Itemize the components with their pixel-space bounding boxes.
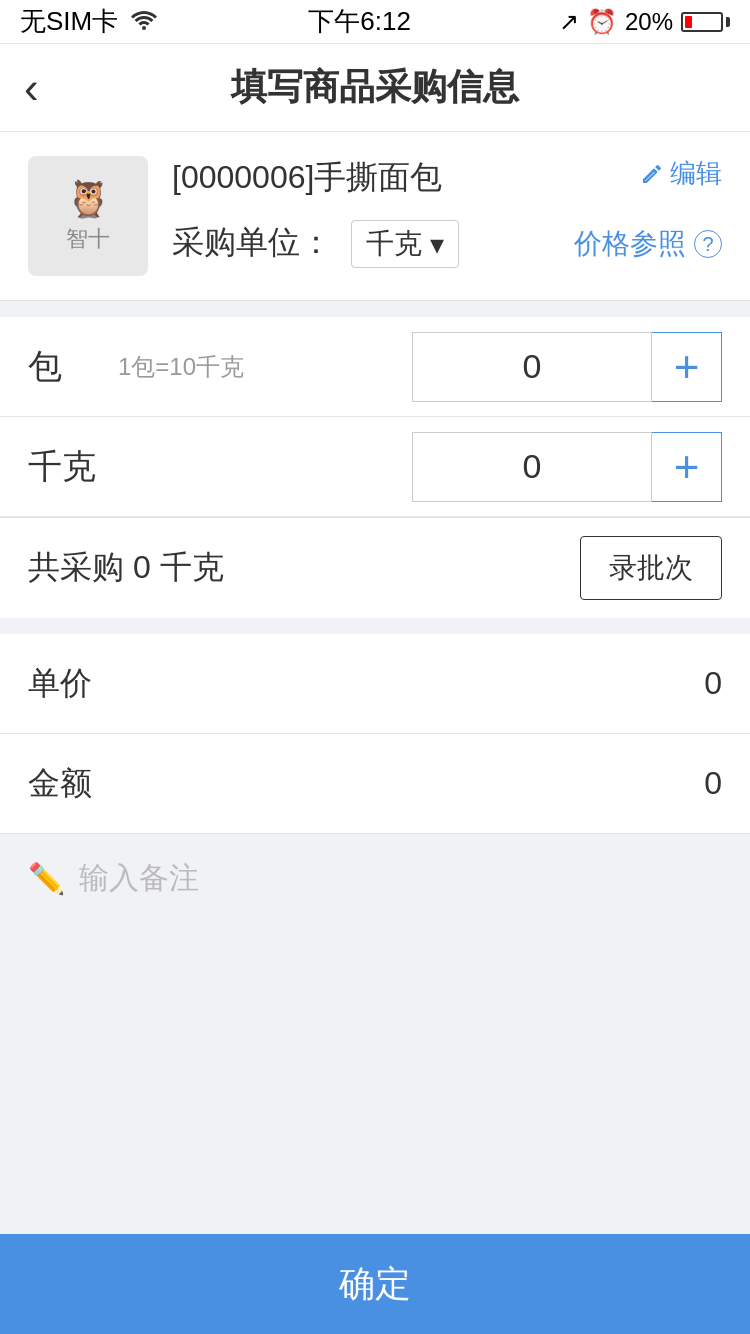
unit-price-label: 单价 xyxy=(28,662,92,706)
summary-section: 共采购 0 千克 录批次 xyxy=(0,517,750,618)
bag-label: 包 xyxy=(28,344,108,390)
input-section: 包 1包=10千克 + 千克 + xyxy=(0,317,750,517)
amount-value: 0 xyxy=(704,765,722,802)
unit-value: 千克 xyxy=(366,225,422,263)
unit-label: 采购单位： xyxy=(172,224,332,260)
edit-label: 编辑 xyxy=(670,156,722,191)
product-logo-icon: 🦉 xyxy=(66,178,111,220)
kg-quantity-input[interactable] xyxy=(412,432,652,502)
kg-plus-button[interactable]: + xyxy=(652,432,722,502)
unit-select[interactable]: 千克 ▾ xyxy=(351,220,459,268)
summary-row: 共采购 0 千克 录批次 xyxy=(0,518,750,618)
kg-input-group: + xyxy=(412,432,722,502)
product-name: [0000006]手撕面包 xyxy=(172,156,442,200)
section-divider-2 xyxy=(0,618,750,634)
product-logo-text: 智十 xyxy=(66,224,110,254)
batch-button[interactable]: 录批次 xyxy=(580,536,722,600)
wifi-icon xyxy=(128,6,160,37)
product-header: [0000006]手撕面包 编辑 xyxy=(172,156,722,200)
product-image: 🦉 智十 xyxy=(28,156,148,276)
kg-input-row: 千克 + xyxy=(0,417,750,517)
kg-label: 千克 xyxy=(28,444,108,490)
remark-section[interactable]: ✏️ 输入备注 xyxy=(0,834,750,923)
carrier-text: 无SIM卡 xyxy=(20,4,118,39)
bag-input-row: 包 1包=10千克 + xyxy=(0,317,750,417)
confirm-label: 确定 xyxy=(339,1260,411,1309)
unit-price-row: 单价 0 xyxy=(0,634,750,734)
summary-text: 共采购 0 千克 xyxy=(28,546,224,590)
battery-percent: 20% xyxy=(625,8,673,36)
bag-input-group: + xyxy=(412,332,722,402)
section-divider-1 xyxy=(0,301,750,317)
help-icon: ? xyxy=(694,230,722,258)
content-filler xyxy=(0,923,750,1223)
battery-icon xyxy=(681,12,730,32)
status-bar: 无SIM卡 下午6:12 ↗ ⏰ 20% xyxy=(0,0,750,44)
price-section: 单价 0 金额 0 xyxy=(0,634,750,834)
alarm-icon: ⏰ xyxy=(587,8,617,36)
unit-price-value: 0 xyxy=(704,665,722,702)
nav-bar: ‹ 填写商品采购信息 xyxy=(0,44,750,132)
confirm-button[interactable]: 确定 xyxy=(0,1234,750,1334)
product-unit-row: 采购单位： 千克 ▾ 价格参照 ? xyxy=(172,220,722,268)
price-ref-button[interactable]: 价格参照 ? xyxy=(574,225,722,263)
status-bar-left: 无SIM卡 xyxy=(20,4,160,39)
product-card: 🦉 智十 [0000006]手撕面包 编辑 采购单位： 千克 ▾ xyxy=(0,132,750,301)
remark-placeholder: 输入备注 xyxy=(79,858,199,899)
edit-button[interactable]: 编辑 xyxy=(640,156,722,191)
bag-plus-button[interactable]: + xyxy=(652,332,722,402)
status-bar-right: ↗ ⏰ 20% xyxy=(559,8,730,36)
chevron-down-icon: ▾ xyxy=(430,228,444,261)
unit-label-group: 采购单位： 千克 ▾ xyxy=(172,220,459,268)
amount-label: 金额 xyxy=(28,762,92,806)
bag-quantity-input[interactable] xyxy=(412,332,652,402)
bag-sub-label: 1包=10千克 xyxy=(118,351,412,383)
location-icon: ↗ xyxy=(559,8,579,36)
pencil-icon: ✏️ xyxy=(28,861,65,896)
time-display: 下午6:12 xyxy=(308,4,411,39)
product-info: [0000006]手撕面包 编辑 采购单位： 千克 ▾ 价格参照 ? xyxy=(172,156,722,268)
amount-row: 金额 0 xyxy=(0,734,750,834)
price-ref-label: 价格参照 xyxy=(574,225,686,263)
page-title: 填写商品采购信息 xyxy=(231,63,519,112)
back-button[interactable]: ‹ xyxy=(24,66,39,110)
